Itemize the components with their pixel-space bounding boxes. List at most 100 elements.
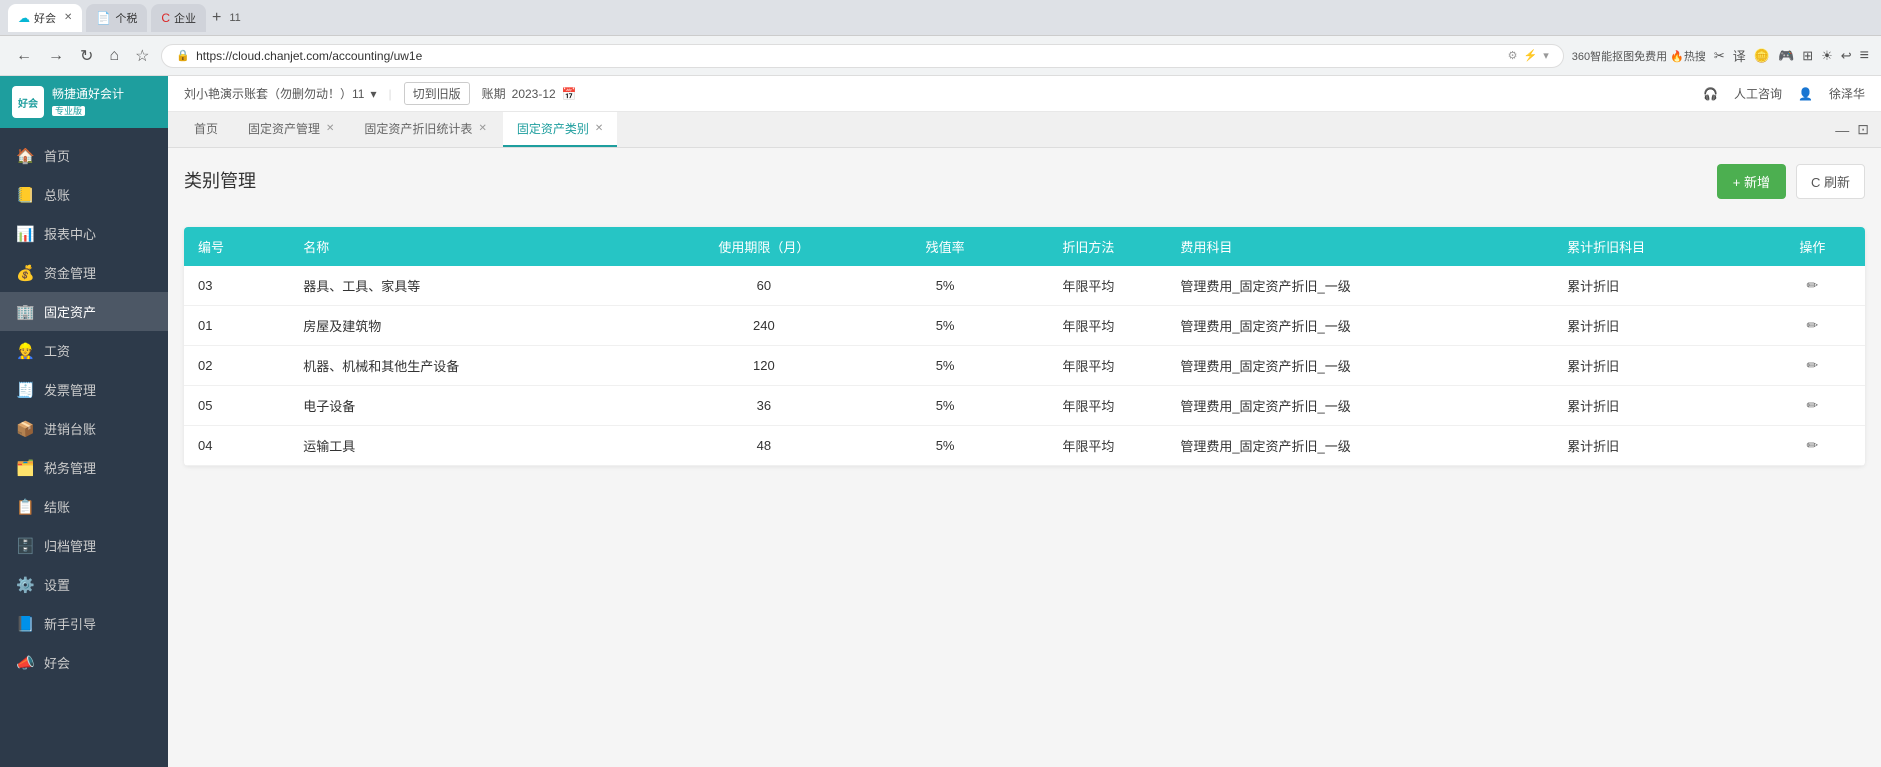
cell-id-1[interactable]: 01: [184, 306, 289, 346]
tab-fixed-asset-category-close[interactable]: ✕: [595, 123, 603, 134]
col-months: 使用期限（月）: [648, 227, 880, 266]
main-content: 刘小艳演示账套（勿删勿动！）11 ▾ | 切到旧版 账期 2023-12 📅 🎧…: [168, 76, 1881, 767]
tab-fixed-asset-management[interactable]: 固定资产管理 ✕: [234, 112, 348, 147]
period-info: 账期 2023-12 📅: [482, 85, 577, 102]
tab-fixed-asset-category[interactable]: 固定资产类别 ✕: [503, 112, 617, 147]
cell-expense-4: 管理费用_固定资产折旧_一级: [1166, 426, 1553, 466]
minimize-window-button[interactable]: —: [1835, 121, 1849, 138]
browser-tab-2[interactable]: 📄 个税: [86, 4, 147, 32]
cell-months-4: 48: [648, 426, 880, 466]
cell-expense-3: 管理费用_固定资产折旧_一级: [1166, 386, 1553, 426]
edit-button-3[interactable]: ✏: [1806, 397, 1818, 413]
cell-id-2[interactable]: 02: [184, 346, 289, 386]
sidebar-item-inventory-label: 进销台账: [44, 419, 96, 438]
sidebar-item-archive-label: 归档管理: [44, 536, 96, 555]
browser-tab-label2: 个税: [115, 10, 137, 26]
table-row: 04 运输工具 48 5% 年限平均 管理费用_固定资产折旧_一级 累计折旧 ✏: [184, 426, 1865, 466]
page-body: 类别管理 + 新增 C 刷新 编号 名称 使用期限（月） 残值率 折旧方法 费用…: [168, 148, 1881, 767]
edit-button-2[interactable]: ✏: [1806, 357, 1818, 373]
cell-id-4[interactable]: 04: [184, 426, 289, 466]
sidebar-item-payroll[interactable]: 👷 工资: [0, 331, 168, 370]
cell-id-0[interactable]: 03: [184, 266, 289, 306]
sidebar-item-fixed-assets[interactable]: 🏢 固定资产: [0, 292, 168, 331]
cell-accumulated-3: 累计折旧: [1553, 386, 1760, 426]
cell-accumulated-2: 累计折旧: [1553, 346, 1760, 386]
coin-icon[interactable]: 🪙: [1754, 48, 1770, 64]
support-label[interactable]: 人工咨询: [1734, 85, 1782, 102]
cell-residual-0: 5%: [880, 266, 1011, 306]
address-bar[interactable]: 🔒 https://cloud.chanjet.com/accounting/u…: [161, 44, 1563, 68]
cell-method-0: 年限平均: [1010, 266, 1166, 306]
browser-tab-active[interactable]: ☁ 好会 ✕: [8, 4, 82, 32]
switch-version-button[interactable]: 切到旧版: [404, 82, 470, 105]
reload-button[interactable]: ↻: [76, 42, 97, 70]
tab-favicon-icon2: 📄: [96, 11, 111, 25]
add-category-button[interactable]: + 新增: [1717, 164, 1786, 199]
cell-months-2: 120: [648, 346, 880, 386]
sidebar-item-guide[interactable]: 📘 新手引导: [0, 604, 168, 643]
sidebar-item-tax-label: 税务管理: [44, 458, 96, 477]
funds-icon: 💰: [16, 264, 34, 282]
sidebar-item-invoices[interactable]: 🧾 发票管理: [0, 370, 168, 409]
cell-id-3[interactable]: 05: [184, 386, 289, 426]
sidebar-item-funds[interactable]: 💰 资金管理: [0, 253, 168, 292]
sidebar-item-closing[interactable]: 📋 结账: [0, 487, 168, 526]
game-icon[interactable]: 🎮: [1778, 48, 1794, 64]
tab-fixed-asset-management-label: 固定资产管理: [248, 120, 320, 137]
back-button[interactable]: ←: [12, 43, 36, 69]
browser-tab-3[interactable]: C 企业: [151, 4, 206, 32]
tab-fixed-asset-management-close[interactable]: ✕: [326, 123, 334, 134]
bookmark-button[interactable]: ☆: [131, 42, 153, 70]
sidebar-item-haohuiji[interactable]: 📣 好会: [0, 643, 168, 682]
cell-expense-1: 管理费用_固定资产折旧_一级: [1166, 306, 1553, 346]
grid-icon[interactable]: ⊞: [1802, 48, 1813, 64]
tab-home-label: 首页: [194, 120, 218, 137]
home-button[interactable]: ⌂: [105, 43, 123, 69]
table-row: 03 器具、工具、家具等 60 5% 年限平均 管理费用_固定资产折旧_一级 累…: [184, 266, 1865, 306]
sidebar-item-settings-label: 设置: [44, 575, 70, 594]
haohuiji-icon: 📣: [16, 654, 34, 672]
tab-count-badge: 11: [229, 12, 240, 24]
calendar-icon[interactable]: 📅: [562, 87, 577, 101]
translate-icon[interactable]: 译: [1733, 46, 1746, 65]
tab-home[interactable]: 首页: [180, 112, 232, 147]
sidebar-item-archive[interactable]: 🗄️ 归档管理: [0, 526, 168, 565]
edit-button-4[interactable]: ✏: [1806, 437, 1818, 453]
username-label: 徐泽华: [1829, 85, 1865, 102]
forward-button[interactable]: →: [44, 43, 68, 69]
sidebar-item-home[interactable]: 🏠 首页: [0, 136, 168, 175]
cell-expense-2: 管理费用_固定资产折旧_一级: [1166, 346, 1553, 386]
tab-depreciation-stats-close[interactable]: ✕: [478, 123, 486, 134]
cell-months-3: 36: [648, 386, 880, 426]
refresh-button[interactable]: C 刷新: [1796, 164, 1865, 199]
sidebar-item-reports[interactable]: 📊 报表中心: [0, 214, 168, 253]
table-row: 05 电子设备 36 5% 年限平均 管理费用_固定资产折旧_一级 累计折旧 ✏: [184, 386, 1865, 426]
sidebar-item-settings[interactable]: ⚙️ 设置: [0, 565, 168, 604]
cell-residual-2: 5%: [880, 346, 1011, 386]
user-expand-icon[interactable]: ▾: [370, 87, 376, 101]
edit-button-1[interactable]: ✏: [1806, 317, 1818, 333]
sidebar-item-fixed-assets-label: 固定资产: [44, 302, 96, 321]
tab-favicon-icon3: C: [161, 11, 170, 25]
inventory-icon: 📦: [16, 420, 34, 438]
invoices-icon: 🧾: [16, 381, 34, 399]
brightness-icon[interactable]: ☀: [1821, 48, 1833, 64]
tab-depreciation-stats[interactable]: 固定资产折旧统计表 ✕: [350, 112, 500, 147]
undo-icon[interactable]: ↩: [1841, 48, 1852, 64]
table-row: 02 机器、机械和其他生产设备 120 5% 年限平均 管理费用_固定资产折旧_…: [184, 346, 1865, 386]
cell-action-3: ✏: [1760, 386, 1865, 426]
sidebar-item-home-label: 首页: [44, 146, 70, 165]
sidebar-item-ledger[interactable]: 📒 总账: [0, 175, 168, 214]
menu-icon[interactable]: ≡: [1860, 47, 1869, 65]
tab-fixed-asset-category-label: 固定资产类别: [517, 120, 589, 137]
sidebar-item-inventory[interactable]: 📦 进销台账: [0, 409, 168, 448]
new-tab-button[interactable]: +: [212, 9, 221, 27]
cut-icon[interactable]: ✂: [1714, 48, 1725, 64]
cell-months-0: 60: [648, 266, 880, 306]
tab-close-icon[interactable]: ✕: [64, 12, 72, 23]
sidebar-item-tax[interactable]: 🗂️ 税务管理: [0, 448, 168, 487]
edit-button-0[interactable]: ✏: [1806, 277, 1818, 293]
cell-residual-1: 5%: [880, 306, 1011, 346]
maximize-window-button[interactable]: ⊡: [1857, 121, 1869, 138]
cell-residual-3: 5%: [880, 386, 1011, 426]
